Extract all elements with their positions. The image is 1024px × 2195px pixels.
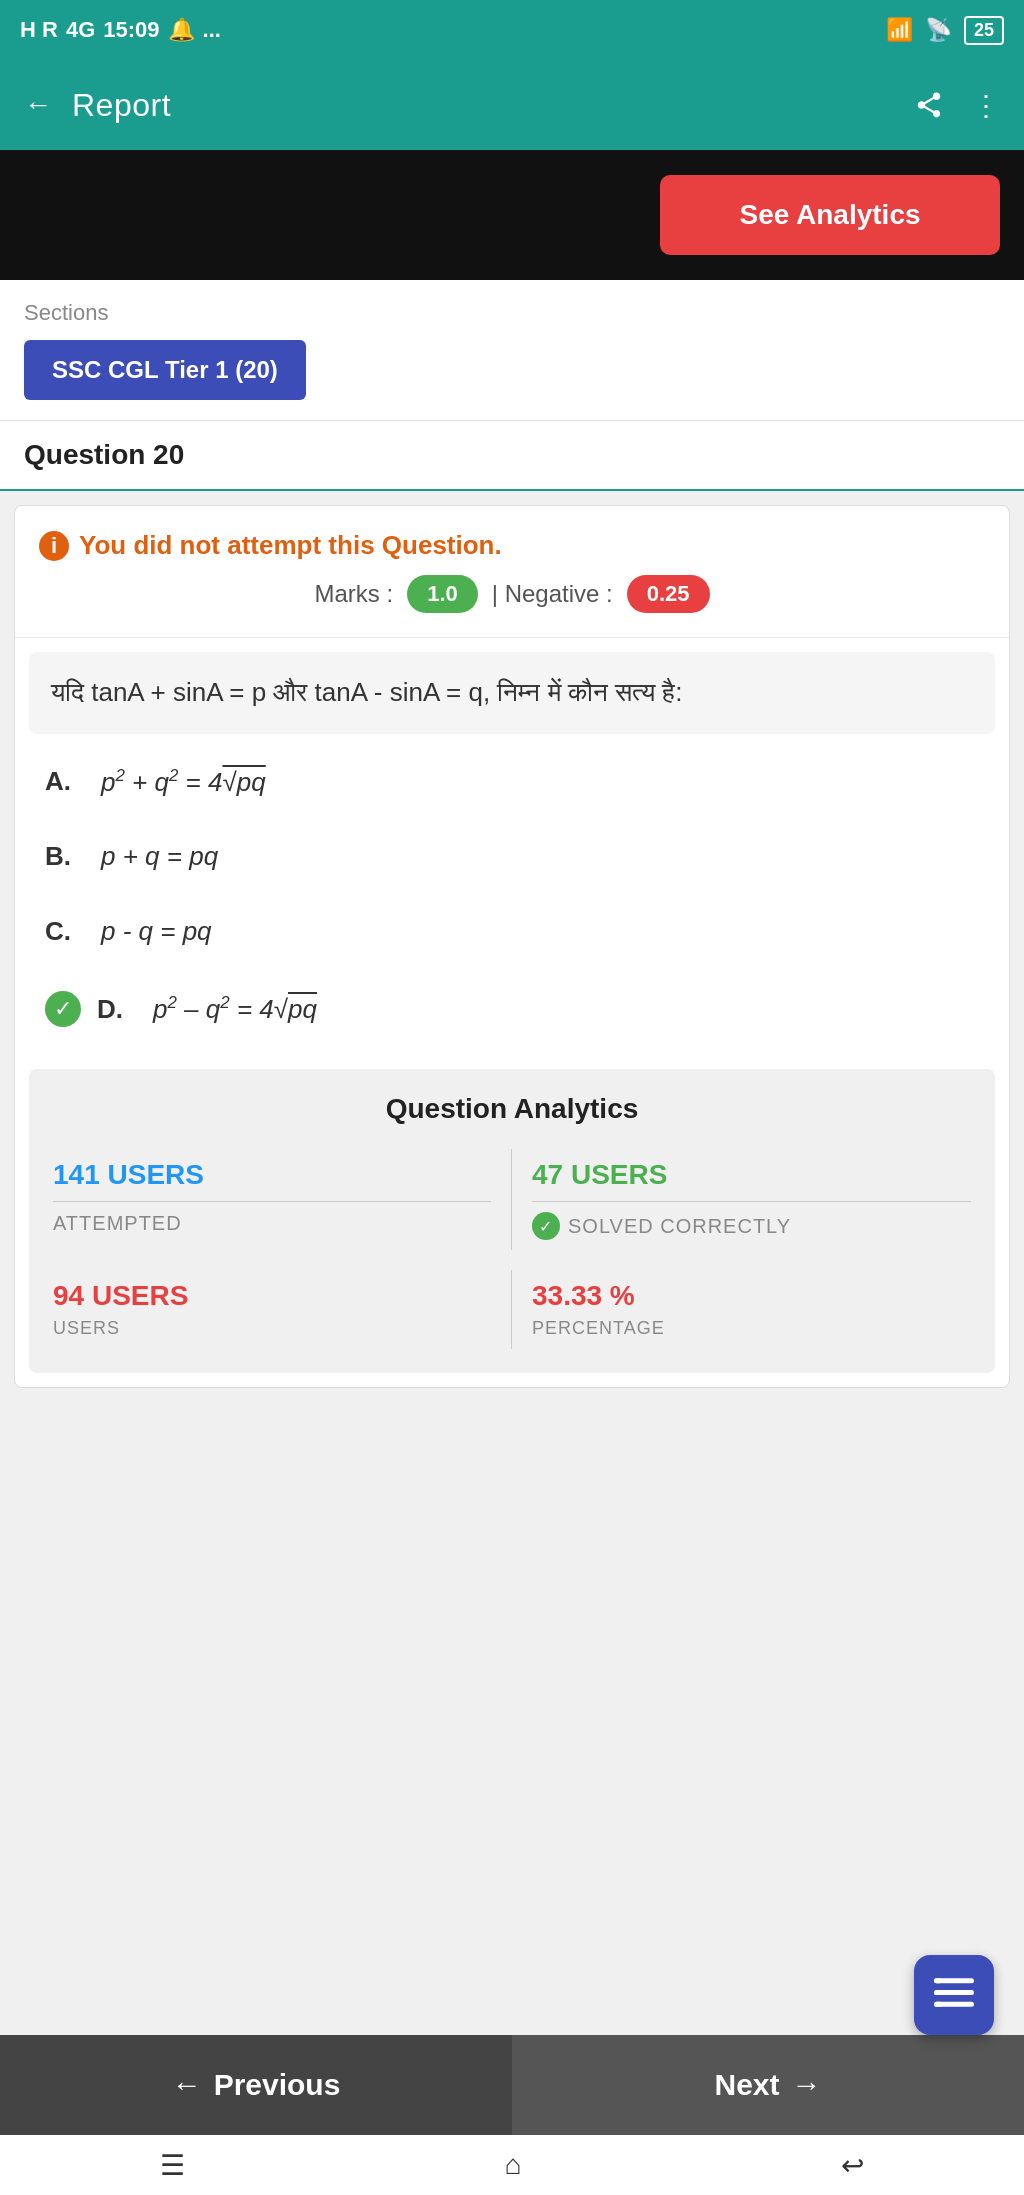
info-icon: i xyxy=(39,531,69,561)
option-d-label: D. xyxy=(97,994,137,1025)
question-header: Question 20 xyxy=(0,421,1024,491)
system-menu-button[interactable]: ☰ xyxy=(130,2139,215,2192)
option-a: A. p2 + q2 = 4√pq xyxy=(37,744,987,820)
page-title: Report xyxy=(72,87,894,124)
marks-value: 1.0 xyxy=(407,575,478,613)
system-home-button[interactable]: ⌂ xyxy=(475,2139,552,2191)
solved-count: 47 USERS xyxy=(532,1159,971,1191)
next-button[interactable]: Next → xyxy=(512,2035,1024,2135)
marks-label: Marks : xyxy=(314,580,393,608)
prev-label: Previous xyxy=(214,2068,341,2102)
analytics-row2: 94 USERS USERS 33.33 % PERCENTAGE xyxy=(53,1270,971,1349)
alert-text: i You did not attempt this Question. xyxy=(39,530,985,561)
option-c-label: C. xyxy=(45,916,85,947)
attempted-count: 141 USERS xyxy=(53,1159,491,1191)
analytics-row2-users: 94 USERS USERS xyxy=(53,1270,512,1349)
question-analytics: Question Analytics 141 USERS ATTEMPTED 4… xyxy=(29,1069,995,1373)
question-card: i You did not attempt this Question. Mar… xyxy=(14,505,1010,1388)
svg-rect-5 xyxy=(934,2002,942,2007)
battery-display: 25 xyxy=(964,16,1004,45)
wifi-icon: 📡 xyxy=(925,17,952,43)
share-button[interactable] xyxy=(914,90,944,120)
question-number: Question 20 xyxy=(24,439,184,470)
negative-value: 0.25 xyxy=(627,575,710,613)
row2-users-count: 94 USERS xyxy=(53,1280,491,1312)
sections-container: Sections SSC CGL Tier 1 (20) xyxy=(0,280,1024,421)
system-navigation-bar: ☰ ⌂ ↩ xyxy=(0,2135,1024,2195)
notification-icon: 🔔 xyxy=(168,17,195,43)
status-bar: H R 4G 15:09 🔔 ... 📶 📡 25 xyxy=(0,0,1024,60)
dots-icon: ... xyxy=(203,17,221,43)
option-b-label: B. xyxy=(45,841,85,872)
next-label: Next xyxy=(714,2068,779,2102)
status-right: 📶 📡 25 xyxy=(886,16,1004,45)
signal-icon: 📶 xyxy=(886,17,913,43)
svg-rect-4 xyxy=(934,1990,942,1995)
option-c-text: p - q = pq xyxy=(101,916,979,947)
system-back-button[interactable]: ↩ xyxy=(811,2139,894,2192)
analytics-grid: 141 USERS ATTEMPTED 47 USERS ✓ SOLVED CO… xyxy=(53,1149,971,1250)
option-b: B. p + q = pq xyxy=(37,819,987,894)
analytics-solved: 47 USERS ✓ SOLVED CORRECTLY xyxy=(512,1149,971,1250)
network-type: 4G xyxy=(66,17,95,43)
marks-row: Marks : 1.0 | Negative : 0.25 xyxy=(39,575,985,613)
navigation-bar: ← Previous Next → xyxy=(0,2035,1024,2135)
correct-answer-icon: ✓ xyxy=(45,991,81,1027)
more-options-button[interactable]: ⋮ xyxy=(972,89,1000,122)
banner-row: See Analytics xyxy=(0,150,1024,280)
option-a-text: p2 + q2 = 4√pq xyxy=(101,766,979,798)
solved-label: ✓ SOLVED CORRECTLY xyxy=(532,1212,971,1240)
option-b-text: p + q = pq xyxy=(101,841,979,872)
status-left: H R 4G 15:09 🔔 ... xyxy=(20,17,221,43)
option-d: ✓ D. p2 – q2 = 4√pq xyxy=(37,969,987,1049)
app-bar: ← Report ⋮ xyxy=(0,60,1024,150)
options-container: A. p2 + q2 = 4√pq B. p + q = pq C. p - q… xyxy=(15,734,1009,1070)
analytics-row2-pct: 33.33 % PERCENTAGE xyxy=(512,1270,971,1349)
row2-users-label: USERS xyxy=(53,1318,491,1339)
attempted-label: ATTEMPTED xyxy=(53,1212,491,1235)
negative-label: | Negative : xyxy=(492,580,613,608)
row2-pct-value: 33.33 % xyxy=(532,1280,971,1312)
alert-box: i You did not attempt this Question. Mar… xyxy=(15,506,1009,638)
row2-pct-label: PERCENTAGE xyxy=(532,1318,971,1339)
previous-button[interactable]: ← Previous xyxy=(0,2035,512,2135)
option-a-label: A. xyxy=(45,766,85,797)
section-tab-ssc[interactable]: SSC CGL Tier 1 (20) xyxy=(24,340,306,400)
next-arrow: → xyxy=(792,2068,822,2102)
svg-rect-3 xyxy=(934,1978,942,1983)
time-display: 15:09 xyxy=(103,17,159,43)
option-c: C. p - q = pq xyxy=(37,894,987,969)
sections-label: Sections xyxy=(24,300,1000,326)
back-button[interactable]: ← xyxy=(24,89,52,121)
see-analytics-button[interactable]: See Analytics xyxy=(660,175,1000,255)
analytics-attempted: 141 USERS ATTEMPTED xyxy=(53,1149,512,1250)
analytics-title: Question Analytics xyxy=(53,1093,971,1125)
app-bar-actions: ⋮ xyxy=(914,89,1000,122)
prev-arrow: ← xyxy=(172,2068,202,2102)
main-scroll-area[interactable]: Sections SSC CGL Tier 1 (20) Question 20… xyxy=(0,280,1024,2140)
option-d-text: p2 – q2 = 4√pq xyxy=(153,993,979,1025)
list-fab-button[interactable] xyxy=(914,1955,994,2035)
question-text: यदि tanA + sinA = p और tanA - sinA = q, … xyxy=(29,652,995,734)
solved-check-icon: ✓ xyxy=(532,1212,560,1240)
carrier-text: H R xyxy=(20,17,58,43)
